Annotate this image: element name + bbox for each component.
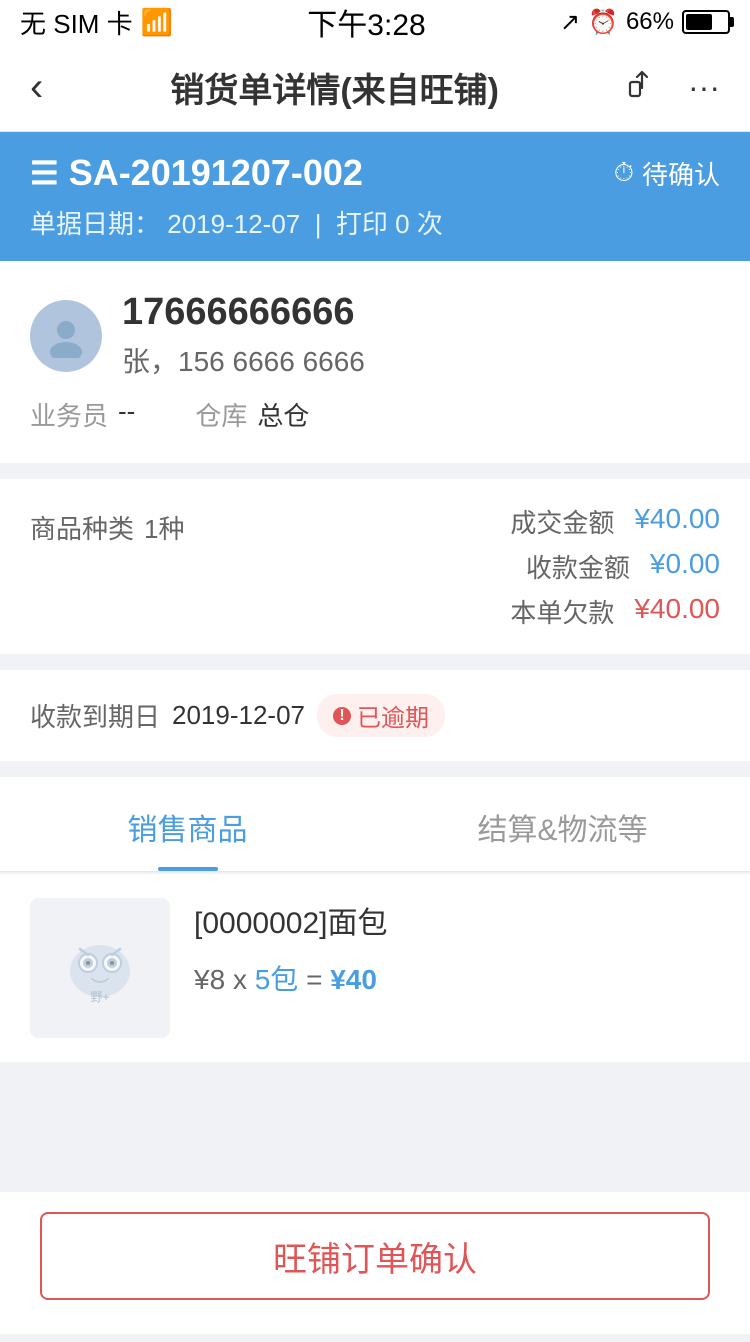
share-icon[interactable]	[626, 68, 658, 108]
quantity: 5包	[255, 964, 299, 995]
equals-sign: =	[306, 964, 330, 995]
tabs-section: 销售商品 结算&物流等	[0, 777, 750, 872]
overdue-label: 收款到期日	[30, 697, 160, 734]
order-status: ⏱ 待确认	[614, 155, 720, 192]
sales-value: --	[118, 396, 135, 433]
product-type: 商品种类 1种	[30, 503, 184, 546]
product-type-value: 1种	[144, 509, 184, 546]
wifi-icon: 📶	[141, 7, 173, 38]
tab-settlement-logistics[interactable]: 结算&物流等	[375, 777, 750, 871]
product-price-row: ¥8 x 5包 = ¥40	[194, 958, 720, 998]
header-card: ☰ SA-20191207-002 ⏱ 待确认 单据日期： 2019-12-07…	[0, 132, 750, 261]
overdue-date: 2019-12-07	[172, 700, 305, 731]
product-section: 野+ [0000002]面包 ¥8 x 5包 = ¥40	[0, 874, 750, 1062]
battery-percent: 66%	[626, 8, 674, 36]
nav-bar: ‹ 销货单详情(来自旺铺) ···	[0, 44, 750, 132]
price-unit: ¥8	[194, 964, 225, 995]
svg-text:野+: 野+	[90, 990, 109, 1003]
transaction-label: 成交金额	[510, 503, 614, 540]
status-bar-left: 无 SIM 卡 📶	[20, 4, 173, 41]
clock-icon: ⏱	[614, 157, 634, 189]
page-title: 销货单详情(来自旺铺)	[170, 63, 499, 112]
bottom-bar: 旺铺订单确认	[0, 1192, 750, 1334]
receipt-value: ¥0.00	[650, 548, 720, 585]
status-bar-right: ↗ ⏰ 66%	[560, 8, 730, 37]
nav-right-actions: ···	[626, 68, 720, 108]
product-name: [0000002]面包	[194, 898, 720, 942]
transaction-value: ¥40.00	[634, 503, 720, 540]
more-icon[interactable]: ···	[688, 69, 720, 106]
tabs-row: 销售商品 结算&物流等	[0, 777, 750, 872]
amount-summary: 成交金额 ¥40.00 收款金额 ¥0.00 本单欠款 ¥40.00	[510, 503, 720, 630]
alarm-icon: ⏰	[588, 8, 618, 37]
order-id: ☰ SA-20191207-002	[30, 152, 363, 194]
customer-name: 张，156 6666 6666	[122, 340, 365, 380]
summary-section: 商品种类 1种 成交金额 ¥40.00 收款金额 ¥0.00 本单欠款 ¥40.…	[0, 479, 750, 654]
receipt-label: 收款金额	[526, 548, 630, 585]
customer-meta: 业务员 -- 仓库 总仓	[30, 396, 720, 433]
order-icon: ☰	[30, 154, 59, 192]
status-bar: 无 SIM 卡 📶 下午3:28 ↗ ⏰ 66%	[0, 0, 750, 44]
multiply-sign: x	[233, 964, 255, 995]
battery-icon	[682, 10, 730, 34]
warehouse-label: 仓库	[195, 396, 247, 433]
warehouse-value: 总仓	[257, 396, 309, 433]
location-icon: ↗	[560, 8, 580, 37]
avatar	[30, 300, 102, 372]
customer-phone: 17666666666	[122, 291, 365, 334]
order-date: 单据日期： 2019-12-07 | 打印 0 次	[30, 204, 720, 241]
customer-section: 17666666666 张，156 6666 6666 业务员 -- 仓库 总仓	[0, 261, 750, 463]
product-type-label: 商品种类	[30, 509, 134, 546]
sales-label: 业务员	[30, 396, 108, 433]
time-display: 下午3:28	[307, 0, 425, 44]
overdue-dot-icon: !	[333, 707, 351, 725]
product-info: [0000002]面包 ¥8 x 5包 = ¥40	[194, 898, 720, 998]
product-thumbnail: 野+	[30, 898, 170, 1038]
tab-sales-products[interactable]: 销售商品	[0, 777, 375, 871]
total-price: ¥40	[330, 964, 377, 995]
overdue-badge-text: 已逾期	[357, 698, 429, 733]
confirm-order-button[interactable]: 旺铺订单确认	[40, 1212, 710, 1300]
carrier-text: 无 SIM 卡	[20, 4, 133, 41]
debt-label: 本单欠款	[510, 593, 614, 630]
overdue-section: 收款到期日 2019-12-07 ! 已逾期	[0, 670, 750, 761]
debt-value: ¥40.00	[634, 593, 720, 630]
back-button[interactable]: ‹	[30, 65, 43, 110]
overdue-badge: ! 已逾期	[317, 694, 445, 737]
